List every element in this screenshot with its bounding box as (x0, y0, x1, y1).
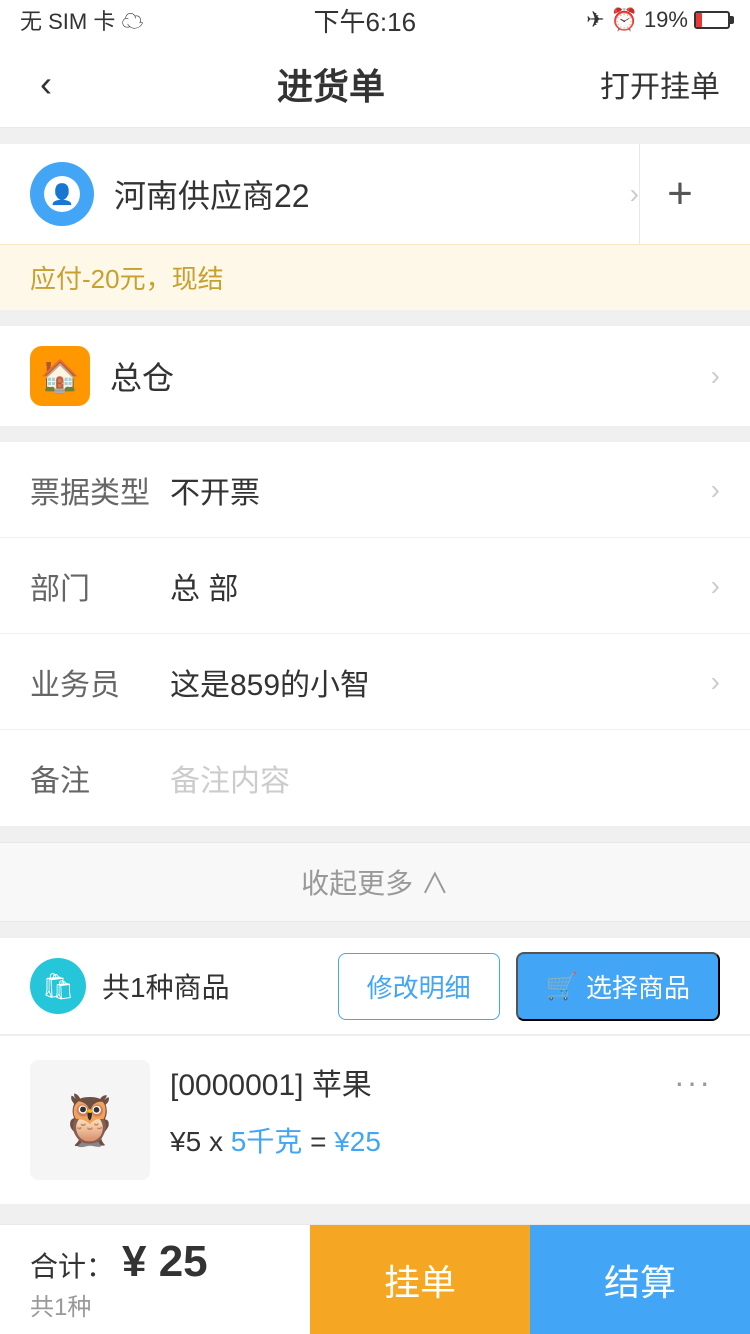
avatar-person-icon: 👤 (44, 176, 80, 212)
hang-label: 挂单 (384, 1254, 456, 1306)
settle-button[interactable]: 结算 (530, 1225, 750, 1334)
status-right: ✈ ⏰ 19% (586, 7, 730, 33)
salesman-label: 业务员 (30, 660, 170, 704)
product-subtotal: ¥25 (334, 1126, 381, 1157)
select-product-button[interactable]: 🛒 选择商品 (516, 952, 720, 1021)
warehouse-icon: 🏠 (30, 346, 90, 406)
product-count-icon: 🛍 (30, 958, 86, 1014)
ticket-type-chevron-icon: › (711, 474, 720, 506)
status-left: 无 SIM 卡 ☁ (20, 4, 143, 36)
equals-sign: = (310, 1126, 326, 1157)
salesman-chevron-icon: › (711, 666, 720, 698)
status-bar: 无 SIM 卡 ☁ 下午6:16 ✈ ⏰ 19% (0, 0, 750, 40)
main-content: 👤 河南供应商22 › + 应付-20元，现结 🏠 总仓 › 票据类型 不开票 … (0, 144, 750, 1324)
supplier-section: 👤 河南供应商22 › + (0, 144, 750, 244)
ticket-type-row[interactable]: 票据类型 不开票 › (0, 442, 750, 538)
product-header: 🛍 共1种商品 修改明细 🛒 选择商品 (0, 938, 750, 1034)
salesman-value: 这是859的小智 (170, 660, 701, 704)
add-supplier-button[interactable]: + (640, 169, 720, 219)
battery-fill (696, 13, 702, 27)
ticket-type-value: 不开票 (170, 468, 701, 512)
hang-button[interactable]: 挂单 (310, 1225, 530, 1334)
supplier-hint: 应付-20元，现结 (0, 244, 750, 310)
remark-row[interactable]: 备注 备注内容 (0, 730, 750, 826)
nav-bar: ‹ 进货单 打开挂单 (0, 40, 750, 128)
alarm-icon: ⏰ (611, 7, 638, 33)
unit-price: ¥5 (170, 1126, 201, 1157)
supplier-chevron-icon: › (630, 178, 639, 210)
product-price: ¥5 x 5千克 = ¥25 (170, 1120, 646, 1160)
collapse-button[interactable]: 收起更多 ∧ (0, 842, 750, 922)
page-title: 进货单 (277, 58, 385, 110)
supplier-row[interactable]: 👤 河南供应商22 › (30, 144, 640, 244)
warehouse-section[interactable]: 🏠 总仓 › (0, 326, 750, 426)
department-chevron-icon: › (711, 570, 720, 602)
back-button[interactable]: ‹ (30, 53, 62, 115)
product-thumbnail: 🦉 (30, 1060, 150, 1180)
multiply-sign: x (209, 1126, 223, 1157)
form-section: 票据类型 不开票 › 部门 总 部 › 业务员 这是859的小智 › 备注 备注… (0, 442, 750, 826)
select-product-label: 选择商品 (586, 968, 690, 1005)
department-value: 总 部 (170, 564, 701, 608)
product-more-button[interactable]: ··· (666, 1060, 720, 1105)
department-row[interactable]: 部门 总 部 › (0, 538, 750, 634)
product-info: [0000001] 苹果 ¥5 x 5千克 = ¥25 (170, 1060, 646, 1160)
collapse-label: 收起更多 ∧ (301, 862, 449, 902)
ticket-type-label: 票据类型 (30, 468, 170, 512)
sim-status: 无 SIM 卡 ☁ (20, 4, 143, 36)
total-label: 合计： (30, 1245, 114, 1285)
total-section: 合计： ¥ 25 共1种 (0, 1225, 310, 1334)
edit-detail-button[interactable]: 修改明细 (338, 953, 500, 1020)
status-time: 下午6:16 (313, 2, 416, 39)
open-hang-button[interactable]: 打开挂单 (600, 62, 720, 106)
product-qty: 5千克 (231, 1126, 303, 1157)
warehouse-home-icon: 🏠 (40, 357, 80, 395)
total-line: 合计： ¥ 25 (30, 1237, 280, 1287)
battery-icon (694, 11, 730, 29)
product-title: 苹果 (312, 1069, 372, 1102)
supplier-name: 河南供应商22 (114, 171, 620, 217)
warehouse-chevron-icon: › (711, 360, 720, 392)
salesman-row[interactable]: 业务员 这是859的小智 › (0, 634, 750, 730)
product-name: [0000001] 苹果 (170, 1060, 646, 1104)
product-count-label: 共1种商品 (102, 966, 322, 1006)
total-sub: 共1种 (30, 1287, 280, 1322)
warehouse-name: 总仓 (110, 353, 701, 399)
total-amount: ¥ 25 (122, 1237, 208, 1287)
owl-icon: 🦉 (59, 1091, 121, 1150)
bag-icon: 🛍 (41, 971, 74, 1002)
battery-percent: 19% (644, 7, 688, 33)
department-label: 部门 (30, 564, 170, 608)
cart-icon: 🛒 (546, 971, 578, 1002)
location-icon: ✈ (586, 7, 604, 33)
remark-label: 备注 (30, 756, 170, 800)
supplier-avatar: 👤 (30, 162, 94, 226)
remark-input[interactable]: 备注内容 (170, 756, 720, 800)
bottom-bar: 合计： ¥ 25 共1种 挂单 结算 (0, 1224, 750, 1334)
product-item: 🦉 [0000001] 苹果 ¥5 x 5千克 = ¥25 ··· (0, 1036, 750, 1204)
product-code: [0000001] (170, 1069, 303, 1102)
settle-label: 结算 (604, 1254, 676, 1306)
